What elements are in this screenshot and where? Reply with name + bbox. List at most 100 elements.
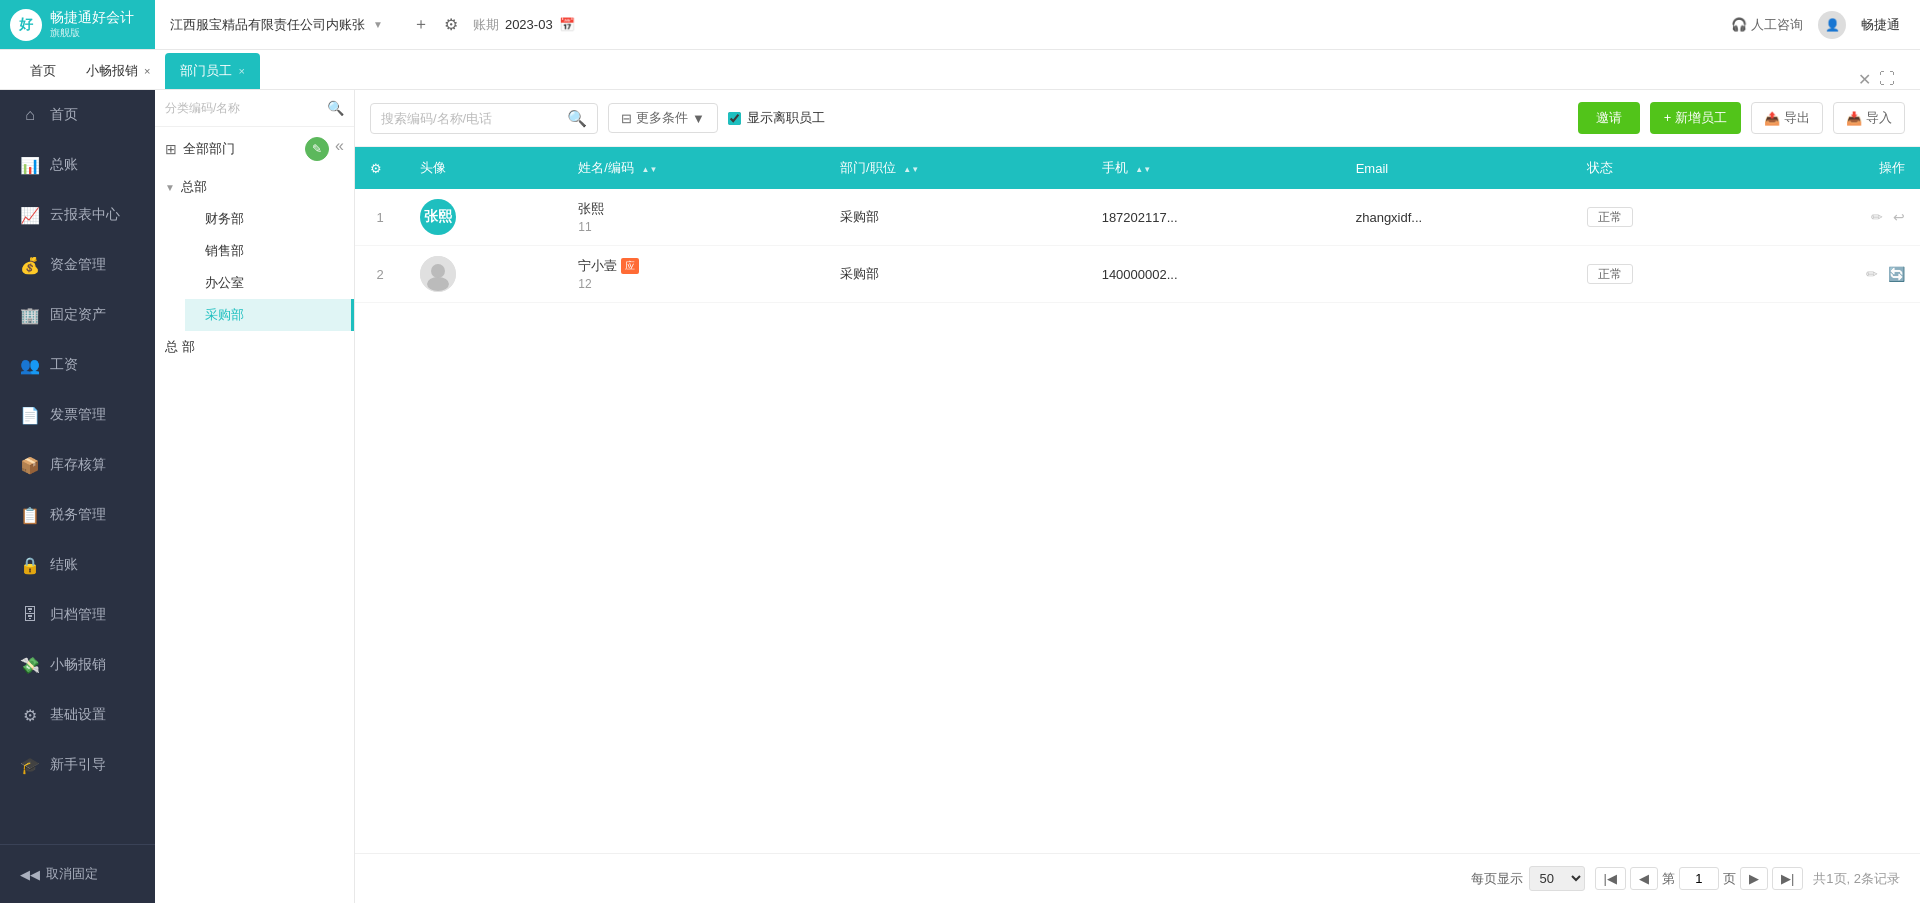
sidebar-item-expense[interactable]: 💸 小畅报销: [0, 640, 155, 690]
employee-search-input[interactable]: [381, 111, 561, 126]
sidebar-item-fund[interactable]: 💰 资金管理: [0, 240, 155, 290]
page-number-input[interactable]: [1679, 867, 1719, 890]
edit-icon-1[interactable]: ✏: [1871, 209, 1883, 225]
page-label: 页: [1723, 870, 1736, 888]
sidebar-item-ledger[interactable]: 📊 总账: [0, 140, 155, 190]
col-settings[interactable]: ⚙: [355, 147, 405, 189]
sidebar-label-ledger: 总账: [50, 156, 78, 174]
sidebar-label-invoice: 发票管理: [50, 406, 106, 424]
more-filter-button[interactable]: ⊟ 更多条件 ▼: [608, 103, 718, 133]
dept-node-zongbu2[interactable]: 总 部: [155, 331, 354, 363]
table-row: 2: [355, 246, 1920, 303]
employee-table: ⚙ 头像 姓名/编码 ▲▼ 部门/职位 ▲▼ 手机: [355, 147, 1920, 853]
col-dept[interactable]: 部门/职位 ▲▼: [825, 147, 1087, 189]
salary-icon: 👥: [20, 356, 40, 375]
dept-search-input[interactable]: [165, 101, 321, 115]
table-row: 1 张熙 张熙 11 采购部 187202117..: [355, 189, 1920, 246]
sidebar-item-invoice[interactable]: 📄 发票管理: [0, 390, 155, 440]
action-icons-2: ✏ 🔄: [1769, 266, 1905, 282]
all-dept-label: 全部部门: [183, 140, 235, 158]
name-cell-2: 宁小壹 应 12: [563, 246, 825, 303]
sidebar-item-inventory[interactable]: 📦 库存核算: [0, 440, 155, 490]
sidebar-item-archive[interactable]: 🗄 归档管理: [0, 590, 155, 640]
export-button[interactable]: 📤 导出: [1751, 102, 1823, 134]
tab-expense-close[interactable]: ×: [144, 65, 150, 77]
page-next-button[interactable]: ▶: [1740, 867, 1768, 890]
sidebar-item-settle[interactable]: 🔒 结账: [0, 540, 155, 590]
col-status: 状态: [1572, 147, 1754, 189]
add-employee-button[interactable]: + 新增员工: [1650, 102, 1741, 134]
calendar-icon[interactable]: 📅: [559, 17, 575, 32]
tab-dept[interactable]: 部门员工 ×: [165, 53, 259, 89]
page-size-label: 每页显示: [1471, 870, 1523, 888]
unfix-button[interactable]: ◀◀ 取消固定: [0, 855, 155, 893]
sidebar-item-salary[interactable]: 👥 工资: [0, 340, 155, 390]
sidebar-label-settings: 基础设置: [50, 706, 106, 724]
sidebar-item-reports[interactable]: 📈 云报表中心: [0, 190, 155, 240]
col-name[interactable]: 姓名/编码 ▲▼: [563, 147, 825, 189]
window-close-btn[interactable]: ✕: [1858, 70, 1871, 89]
logo-text-area: 畅捷通好会计 旗舰版: [50, 9, 134, 40]
page-navigation: |◀ ◀ 第 页 ▶ ▶|: [1595, 867, 1804, 890]
add-icon[interactable]: ＋: [413, 14, 429, 35]
page-last-button[interactable]: ▶|: [1772, 867, 1803, 890]
settings-icon[interactable]: ⚙: [444, 15, 458, 34]
dept-add-button[interactable]: ✎: [305, 137, 329, 161]
invite-button[interactable]: 邀请: [1578, 102, 1640, 134]
inventory-icon: 📦: [20, 456, 40, 475]
period-area: 账期 2023-03 📅: [473, 16, 575, 34]
filter-icon: ⊟: [621, 111, 632, 126]
svg-point-2: [427, 277, 449, 291]
dept-node-caiwu[interactable]: 财务部: [185, 203, 354, 235]
delete-icon-2[interactable]: 🔄: [1888, 266, 1905, 282]
assets-icon: 🏢: [20, 306, 40, 325]
expense-icon: 💸: [20, 656, 40, 675]
emp-name-1: 张熙: [578, 200, 810, 218]
total-info: 共1页, 2条记录: [1813, 870, 1900, 888]
tab-expense[interactable]: 小畅报销 ×: [71, 53, 165, 89]
employee-toolbar: 🔍 ⊟ 更多条件 ▼ 显示离职员工 邀请 + 新增员工: [355, 90, 1920, 147]
avatar-icon: 👤: [1825, 18, 1840, 32]
show-resigned-checkbox[interactable]: [728, 112, 741, 125]
dept-node-caigou[interactable]: 采购部: [185, 299, 354, 331]
company-selector[interactable]: 江西服宝精品有限责任公司内账张 ▼: [155, 16, 398, 34]
col-phone[interactable]: 手机 ▲▼: [1087, 147, 1341, 189]
row-num-1: 1: [355, 189, 405, 246]
window-expand-btn[interactable]: ⛶: [1879, 70, 1895, 89]
filter-label: 更多条件: [636, 109, 688, 127]
user-avatar[interactable]: 👤: [1818, 11, 1846, 39]
import-button[interactable]: 📥 导入: [1833, 102, 1905, 134]
dept-node-zongbu-parent[interactable]: ▼ 总部: [155, 171, 354, 203]
sidebar-item-guide[interactable]: 🎓 新手引导: [0, 740, 155, 790]
col-avatar: 头像: [405, 147, 563, 189]
page-first-button[interactable]: |◀: [1595, 867, 1626, 890]
dept-collapse-button[interactable]: «: [335, 137, 344, 161]
avatar-cell-1: 张熙: [405, 189, 563, 246]
tab-expense-label: 小畅报销: [86, 62, 138, 80]
top-header: 好 畅捷通好会计 旗舰版 江西服宝精品有限责任公司内账张 ▼ ＋ ⚙ 账期 20…: [0, 0, 1920, 50]
edit-icon-2[interactable]: ✏: [1866, 266, 1878, 282]
all-dept-selector[interactable]: ⊞ 全部部门: [165, 140, 235, 158]
sidebar-item-settings[interactable]: ⚙ 基础设置: [0, 690, 155, 740]
page-size-select[interactable]: 10 20 50 100: [1529, 866, 1585, 891]
service-button[interactable]: 🎧 人工咨询: [1731, 16, 1803, 34]
page-prev-button[interactable]: ◀: [1630, 867, 1658, 890]
avatar-2: [420, 256, 456, 292]
show-resigned-area: 显示离职员工: [728, 109, 825, 127]
tab-home[interactable]: 首页: [15, 53, 71, 89]
row-num-2: 2: [355, 246, 405, 303]
action-icons-1: ✏ ↩: [1769, 209, 1905, 225]
sidebar-scroll: ⌂ 首页 📊 总账 📈 云报表中心 💰 资金管理 🏢 固定资产 👥 工资: [0, 90, 155, 844]
sidebar-item-tax[interactable]: 📋 税务管理: [0, 490, 155, 540]
page-size-selector: 每页显示 10 20 50 100: [1471, 866, 1585, 891]
dept-node-xiaoshou[interactable]: 销售部: [185, 235, 354, 267]
logout-icon-1[interactable]: ↩: [1893, 209, 1905, 225]
dept-node-bangong[interactable]: 办公室: [185, 267, 354, 299]
tab-dept-close[interactable]: ×: [238, 65, 244, 77]
sidebar-item-assets[interactable]: 🏢 固定资产: [0, 290, 155, 340]
sidebar-label-expense: 小畅报销: [50, 656, 106, 674]
dept-caigou-label: 采购部: [205, 306, 244, 324]
table-header-row: ⚙ 头像 姓名/编码 ▲▼ 部门/职位 ▲▼ 手机: [355, 147, 1920, 189]
sidebar-item-home[interactable]: ⌂ 首页: [0, 90, 155, 140]
logo-icon: 好: [10, 9, 42, 41]
